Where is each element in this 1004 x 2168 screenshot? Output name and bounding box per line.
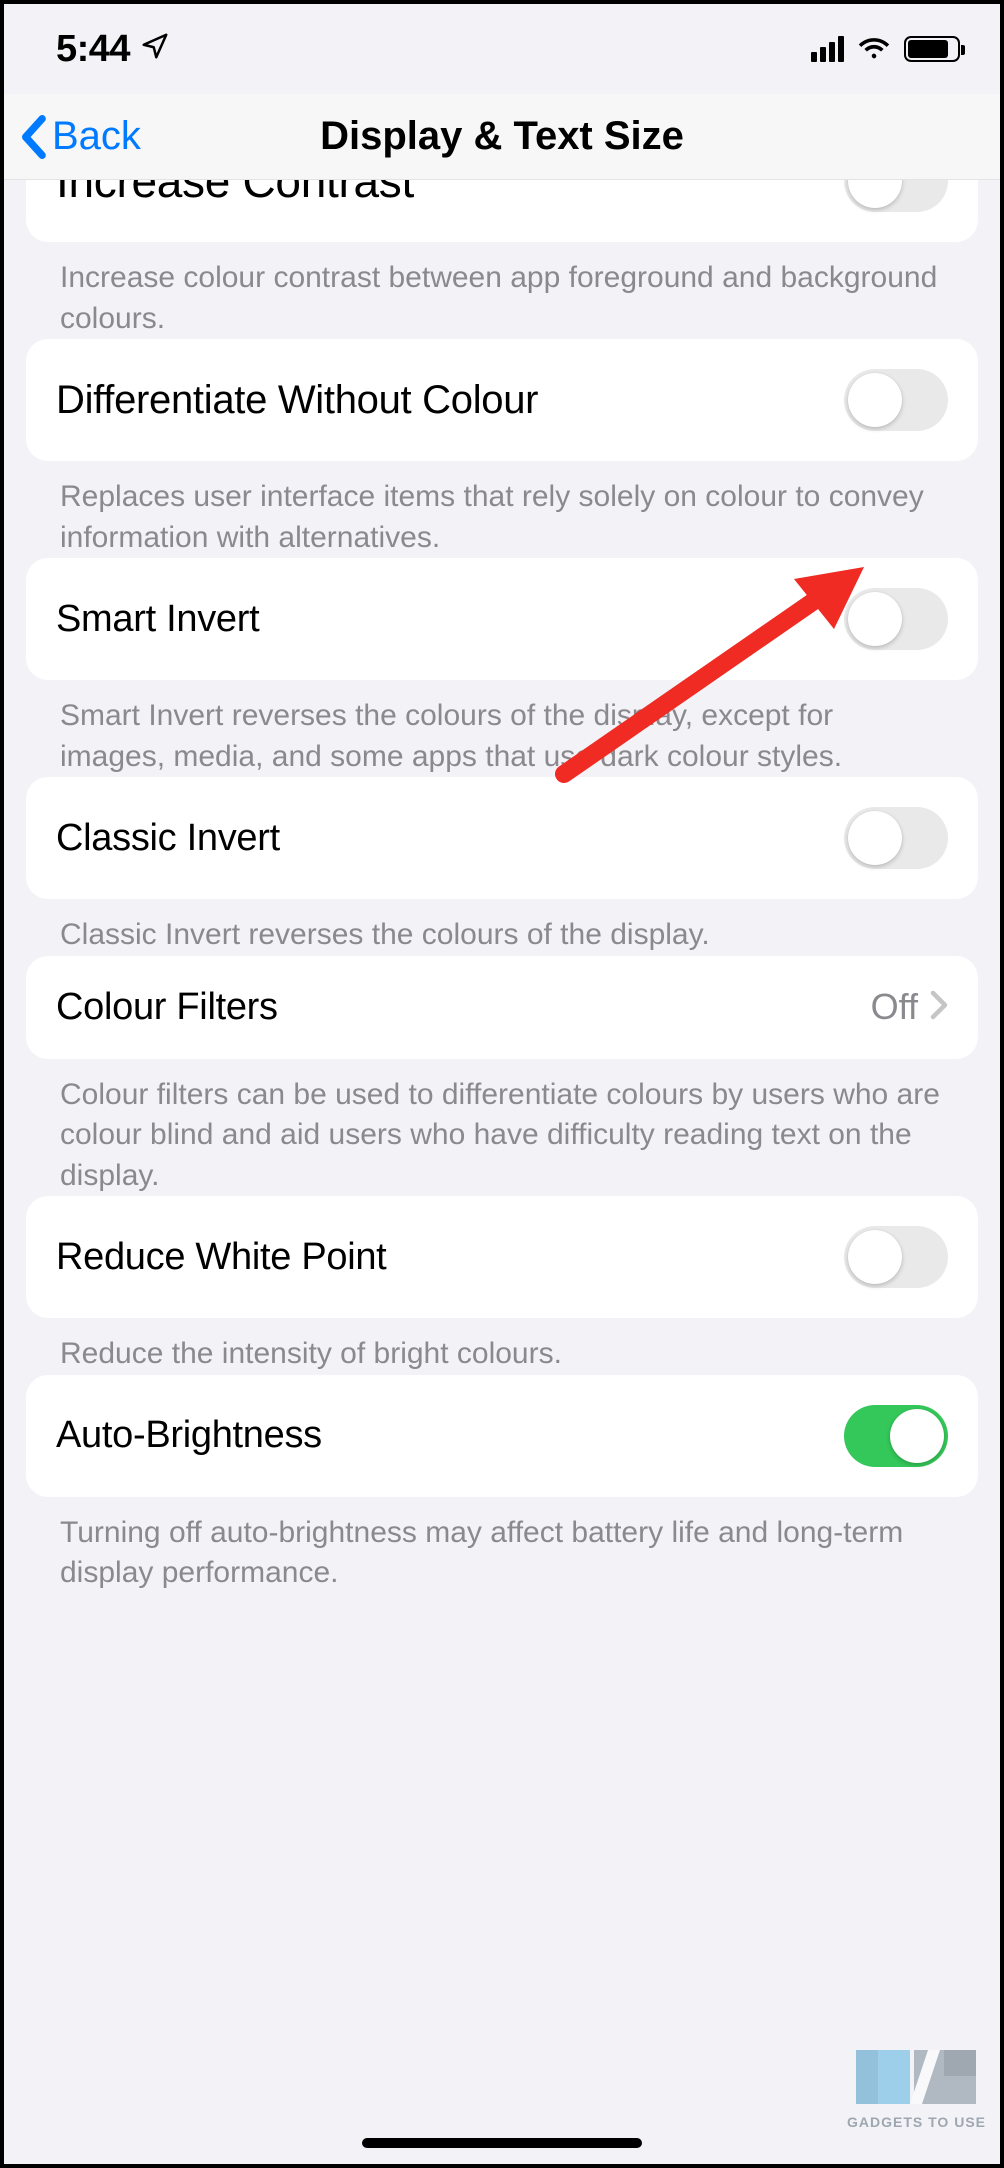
- increase-contrast-toggle[interactable]: [844, 180, 948, 212]
- page-title: Display & Text Size: [4, 114, 1000, 159]
- chevron-right-icon: [930, 990, 948, 1025]
- smart-invert-footer: Smart Invert reverses the colours of the…: [26, 680, 978, 777]
- differentiate-footer: Replaces user interface items that rely …: [26, 461, 978, 558]
- classic-invert-footer: Classic Invert reverses the colours of t…: [26, 899, 978, 956]
- increase-contrast-label: Increase Contrast: [56, 180, 414, 208]
- watermark: GADGETS TO USE: [847, 2040, 986, 2130]
- status-time-text: 5:44: [56, 28, 130, 71]
- row-increase-contrast[interactable]: Increase Contrast: [26, 180, 978, 242]
- reduce-white-point-toggle[interactable]: [844, 1226, 948, 1288]
- auto-brightness-toggle[interactable]: [844, 1405, 948, 1467]
- reduce-white-point-footer: Reduce the intensity of bright colours.: [26, 1318, 978, 1375]
- watermark-text: GADGETS TO USE: [847, 2114, 986, 2130]
- row-smart-invert[interactable]: Smart Invert: [26, 558, 978, 680]
- smart-invert-label: Smart Invert: [56, 598, 259, 641]
- colour-filters-footer: Colour filters can be used to differenti…: [26, 1059, 978, 1197]
- increase-contrast-footer: Increase colour contrast between app for…: [26, 242, 978, 339]
- status-time: 5:44: [56, 28, 170, 71]
- cellular-signal-icon: [811, 36, 844, 62]
- nav-header: Back Display & Text Size: [4, 94, 1000, 180]
- auto-brightness-label: Auto-Brightness: [56, 1414, 322, 1457]
- auto-brightness-footer: Turning off auto-brightness may affect b…: [26, 1497, 978, 1594]
- classic-invert-toggle[interactable]: [844, 807, 948, 869]
- battery-icon: [904, 36, 960, 62]
- row-classic-invert[interactable]: Classic Invert: [26, 777, 978, 899]
- location-services-icon: [140, 28, 170, 71]
- row-colour-filters[interactable]: Colour Filters Off: [26, 956, 978, 1059]
- wifi-icon: [858, 35, 890, 64]
- differentiate-label: Differentiate Without Colour: [56, 378, 538, 423]
- row-auto-brightness[interactable]: Auto-Brightness: [26, 1375, 978, 1497]
- differentiate-toggle[interactable]: [844, 369, 948, 431]
- back-label: Back: [52, 114, 141, 159]
- status-bar: 5:44: [4, 4, 1000, 94]
- colour-filters-value: Off: [871, 986, 918, 1028]
- reduce-white-point-label: Reduce White Point: [56, 1236, 386, 1279]
- back-button[interactable]: Back: [18, 114, 141, 159]
- classic-invert-label: Classic Invert: [56, 817, 280, 860]
- status-icons: [811, 35, 960, 64]
- row-differentiate-without-colour[interactable]: Differentiate Without Colour: [26, 339, 978, 461]
- row-reduce-white-point[interactable]: Reduce White Point: [26, 1196, 978, 1318]
- colour-filters-label: Colour Filters: [56, 986, 278, 1029]
- home-indicator[interactable]: [362, 2138, 642, 2148]
- smart-invert-toggle[interactable]: [844, 588, 948, 650]
- settings-content[interactable]: Increase Contrast Increase colour contra…: [4, 180, 1000, 2164]
